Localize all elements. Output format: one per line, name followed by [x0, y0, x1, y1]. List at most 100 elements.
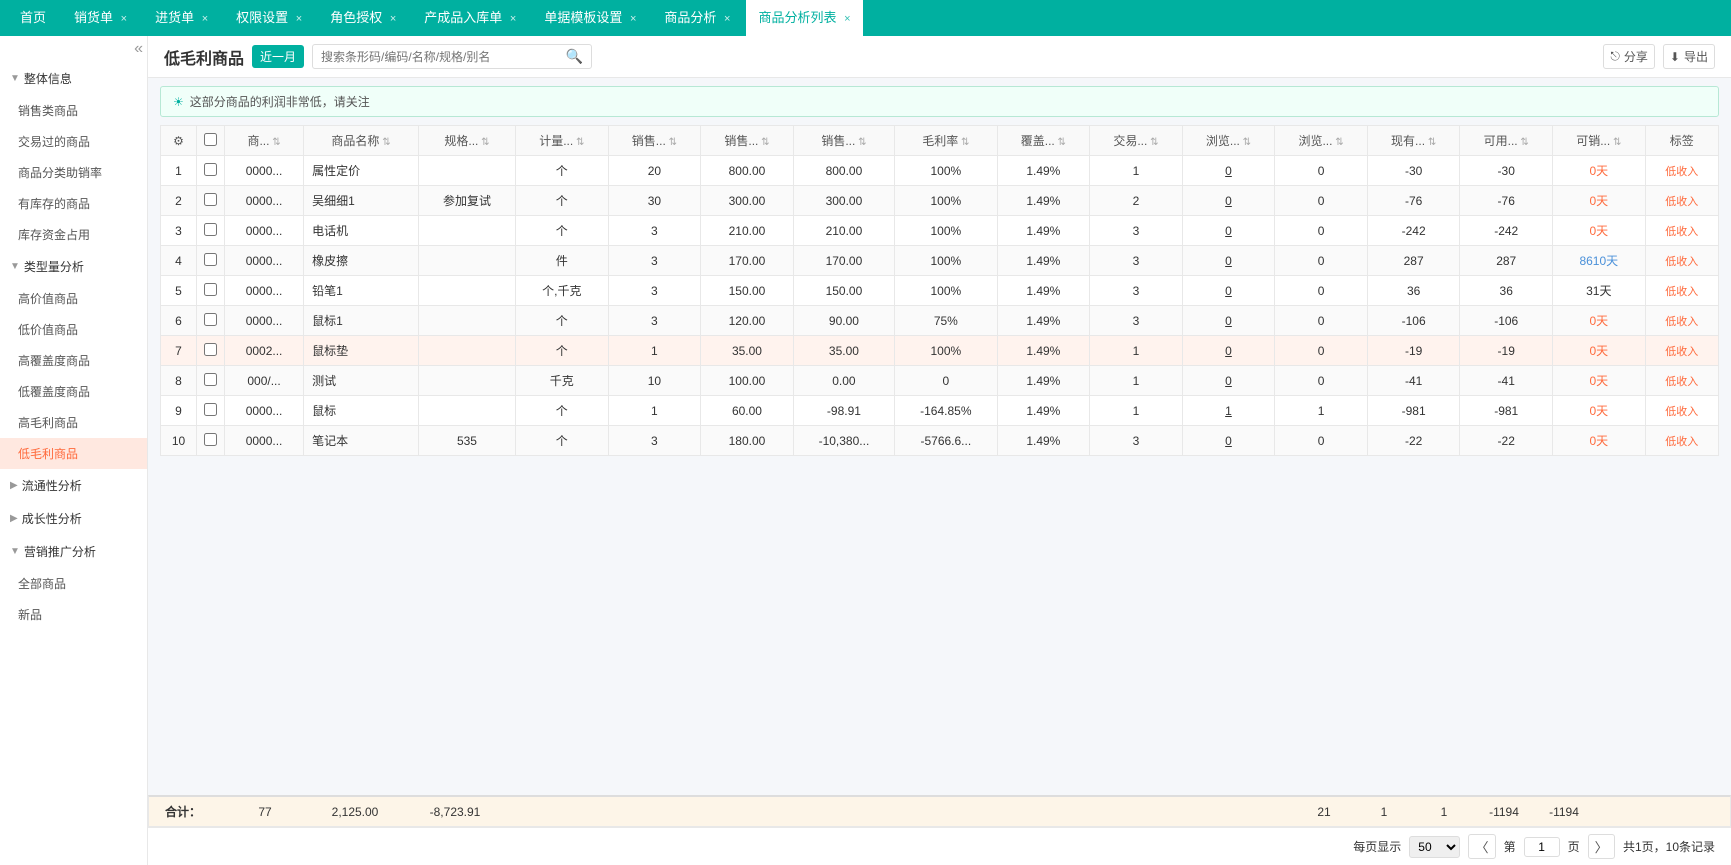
- th-price[interactable]: 销售...: [701, 126, 794, 156]
- nav-roles[interactable]: 角色授权 ×: [318, 0, 408, 36]
- sidebar-item-high-margin[interactable]: 高毛利商品: [0, 407, 147, 438]
- nav-product-analysis-close[interactable]: ×: [724, 13, 730, 25]
- browse1-link[interactable]: 0: [1225, 224, 1232, 238]
- th-coverage[interactable]: 覆盖...: [997, 126, 1090, 156]
- sidebar-collapse-btn[interactable]: «: [0, 36, 147, 62]
- sidebar-group-circulation[interactable]: ▶ 流通性分析: [0, 469, 147, 502]
- cell-browse1[interactable]: 1: [1182, 396, 1275, 426]
- browse1-link[interactable]: 0: [1225, 164, 1232, 178]
- sidebar-group-growth[interactable]: ▶ 成长性分析: [0, 502, 147, 535]
- th-qty[interactable]: 销售...: [608, 126, 701, 156]
- nav-purchase-close[interactable]: ×: [202, 13, 208, 25]
- nav-sales-close[interactable]: ×: [121, 13, 127, 25]
- search-icon[interactable]: 🔍: [566, 48, 583, 65]
- sidebar-item-all-goods[interactable]: 全部商品: [0, 568, 147, 599]
- nav-permissions-close[interactable]: ×: [296, 13, 302, 25]
- select-all-checkbox[interactable]: [204, 133, 217, 146]
- row-checkbox[interactable]: [204, 403, 217, 416]
- cell-checkbox[interactable]: [197, 186, 225, 216]
- nav-product-entry[interactable]: 产成品入库单 ×: [412, 0, 528, 36]
- browse1-link[interactable]: 0: [1225, 254, 1232, 268]
- cell-browse1[interactable]: 0: [1182, 426, 1275, 456]
- th-browse2[interactable]: 浏览...: [1275, 126, 1368, 156]
- browse1-link[interactable]: 0: [1225, 434, 1232, 448]
- nav-product-analysis[interactable]: 商品分析 ×: [652, 0, 742, 36]
- sidebar-item-new-goods[interactable]: 新品: [0, 599, 147, 630]
- time-filter-button[interactable]: 近一月: [252, 45, 304, 68]
- cell-browse1[interactable]: 0: [1182, 156, 1275, 186]
- sidebar-group-type-analysis[interactable]: ▼ 类型量分析: [0, 250, 147, 283]
- th-code[interactable]: 商...: [225, 126, 304, 156]
- nav-product-analysis-list[interactable]: 商品分析列表 ×: [746, 0, 862, 36]
- cell-checkbox[interactable]: [197, 276, 225, 306]
- browse1-link[interactable]: 0: [1225, 194, 1232, 208]
- sidebar-item-category-rate[interactable]: 商品分类助销率: [0, 157, 147, 188]
- row-checkbox[interactable]: [204, 313, 217, 326]
- cell-checkbox[interactable]: [197, 366, 225, 396]
- browse1-link[interactable]: 0: [1225, 344, 1232, 358]
- cell-browse1[interactable]: 0: [1182, 306, 1275, 336]
- nav-template-close[interactable]: ×: [630, 13, 636, 25]
- nav-permissions[interactable]: 权限设置 ×: [224, 0, 314, 36]
- browse1-link[interactable]: 0: [1225, 374, 1232, 388]
- sidebar-item-sales-goods[interactable]: 销售类商品: [0, 95, 147, 126]
- nav-product-analysis-list-close[interactable]: ×: [844, 13, 850, 25]
- cell-checkbox[interactable]: [197, 216, 225, 246]
- browse1-link[interactable]: 1: [1225, 404, 1232, 418]
- th-gross-rate[interactable]: 毛利率: [895, 126, 997, 156]
- sidebar-item-high-value[interactable]: 高价值商品: [0, 283, 147, 314]
- row-checkbox[interactable]: [204, 193, 217, 206]
- export-button[interactable]: ⬇ 导出: [1663, 44, 1715, 69]
- sidebar-item-traded-goods[interactable]: 交易过的商品: [0, 126, 147, 157]
- row-checkbox[interactable]: [204, 253, 217, 266]
- th-unit[interactable]: 计量...: [516, 126, 609, 156]
- nav-home[interactable]: 首页: [8, 0, 58, 36]
- cell-browse1[interactable]: 0: [1182, 246, 1275, 276]
- row-checkbox[interactable]: [204, 223, 217, 236]
- sidebar-item-low-margin[interactable]: 低毛利商品: [0, 438, 147, 469]
- page-number-input[interactable]: [1524, 837, 1560, 857]
- cell-checkbox[interactable]: [197, 246, 225, 276]
- browse1-link[interactable]: 0: [1225, 314, 1232, 328]
- sidebar-item-low-coverage[interactable]: 低覆盖度商品: [0, 376, 147, 407]
- th-spec[interactable]: 规格...: [418, 126, 515, 156]
- row-checkbox[interactable]: [204, 343, 217, 356]
- cell-browse1[interactable]: 0: [1182, 366, 1275, 396]
- row-checkbox[interactable]: [204, 163, 217, 176]
- cell-checkbox[interactable]: [197, 306, 225, 336]
- th-browse1[interactable]: 浏览...: [1182, 126, 1275, 156]
- cell-checkbox[interactable]: [197, 336, 225, 366]
- row-checkbox[interactable]: [204, 373, 217, 386]
- cell-browse1[interactable]: 0: [1182, 336, 1275, 366]
- th-usable[interactable]: 可用...: [1460, 126, 1553, 156]
- next-page-btn[interactable]: 〉: [1588, 834, 1615, 859]
- nav-product-entry-close[interactable]: ×: [510, 13, 516, 25]
- cell-checkbox[interactable]: [197, 396, 225, 426]
- nav-sales[interactable]: 销货单 ×: [62, 0, 139, 36]
- cell-checkbox[interactable]: [197, 426, 225, 456]
- th-name[interactable]: 商品名称: [304, 126, 419, 156]
- cell-browse1[interactable]: 0: [1182, 216, 1275, 246]
- share-button[interactable]: ⎋ 分享: [1603, 44, 1655, 69]
- sidebar-group-overall[interactable]: ▼ 整体信息: [0, 62, 147, 95]
- cell-browse1[interactable]: 0: [1182, 276, 1275, 306]
- prev-page-btn[interactable]: 〈: [1468, 834, 1495, 859]
- th-saleable[interactable]: 可销...: [1553, 126, 1646, 156]
- sidebar-item-high-coverage[interactable]: 高覆盖度商品: [0, 345, 147, 376]
- cell-browse1[interactable]: 0: [1182, 186, 1275, 216]
- cell-checkbox[interactable]: [197, 156, 225, 186]
- row-checkbox[interactable]: [204, 283, 217, 296]
- nav-template[interactable]: 单据模板设置 ×: [532, 0, 648, 36]
- settings-icon[interactable]: ⚙: [173, 134, 184, 148]
- th-amount[interactable]: 销售...: [793, 126, 894, 156]
- sidebar-item-capital[interactable]: 库存资金占用: [0, 219, 147, 250]
- search-input[interactable]: [321, 50, 566, 64]
- sidebar-item-in-stock[interactable]: 有库存的商品: [0, 188, 147, 219]
- nav-purchase[interactable]: 进货单 ×: [143, 0, 220, 36]
- th-trade[interactable]: 交易...: [1090, 126, 1183, 156]
- sidebar-group-marketing[interactable]: ▼ 营销推广分析: [0, 535, 147, 568]
- page-size-select[interactable]: 10 20 50 100: [1409, 836, 1460, 858]
- browse1-link[interactable]: 0: [1225, 284, 1232, 298]
- row-checkbox[interactable]: [204, 433, 217, 446]
- sidebar-item-low-value[interactable]: 低价值商品: [0, 314, 147, 345]
